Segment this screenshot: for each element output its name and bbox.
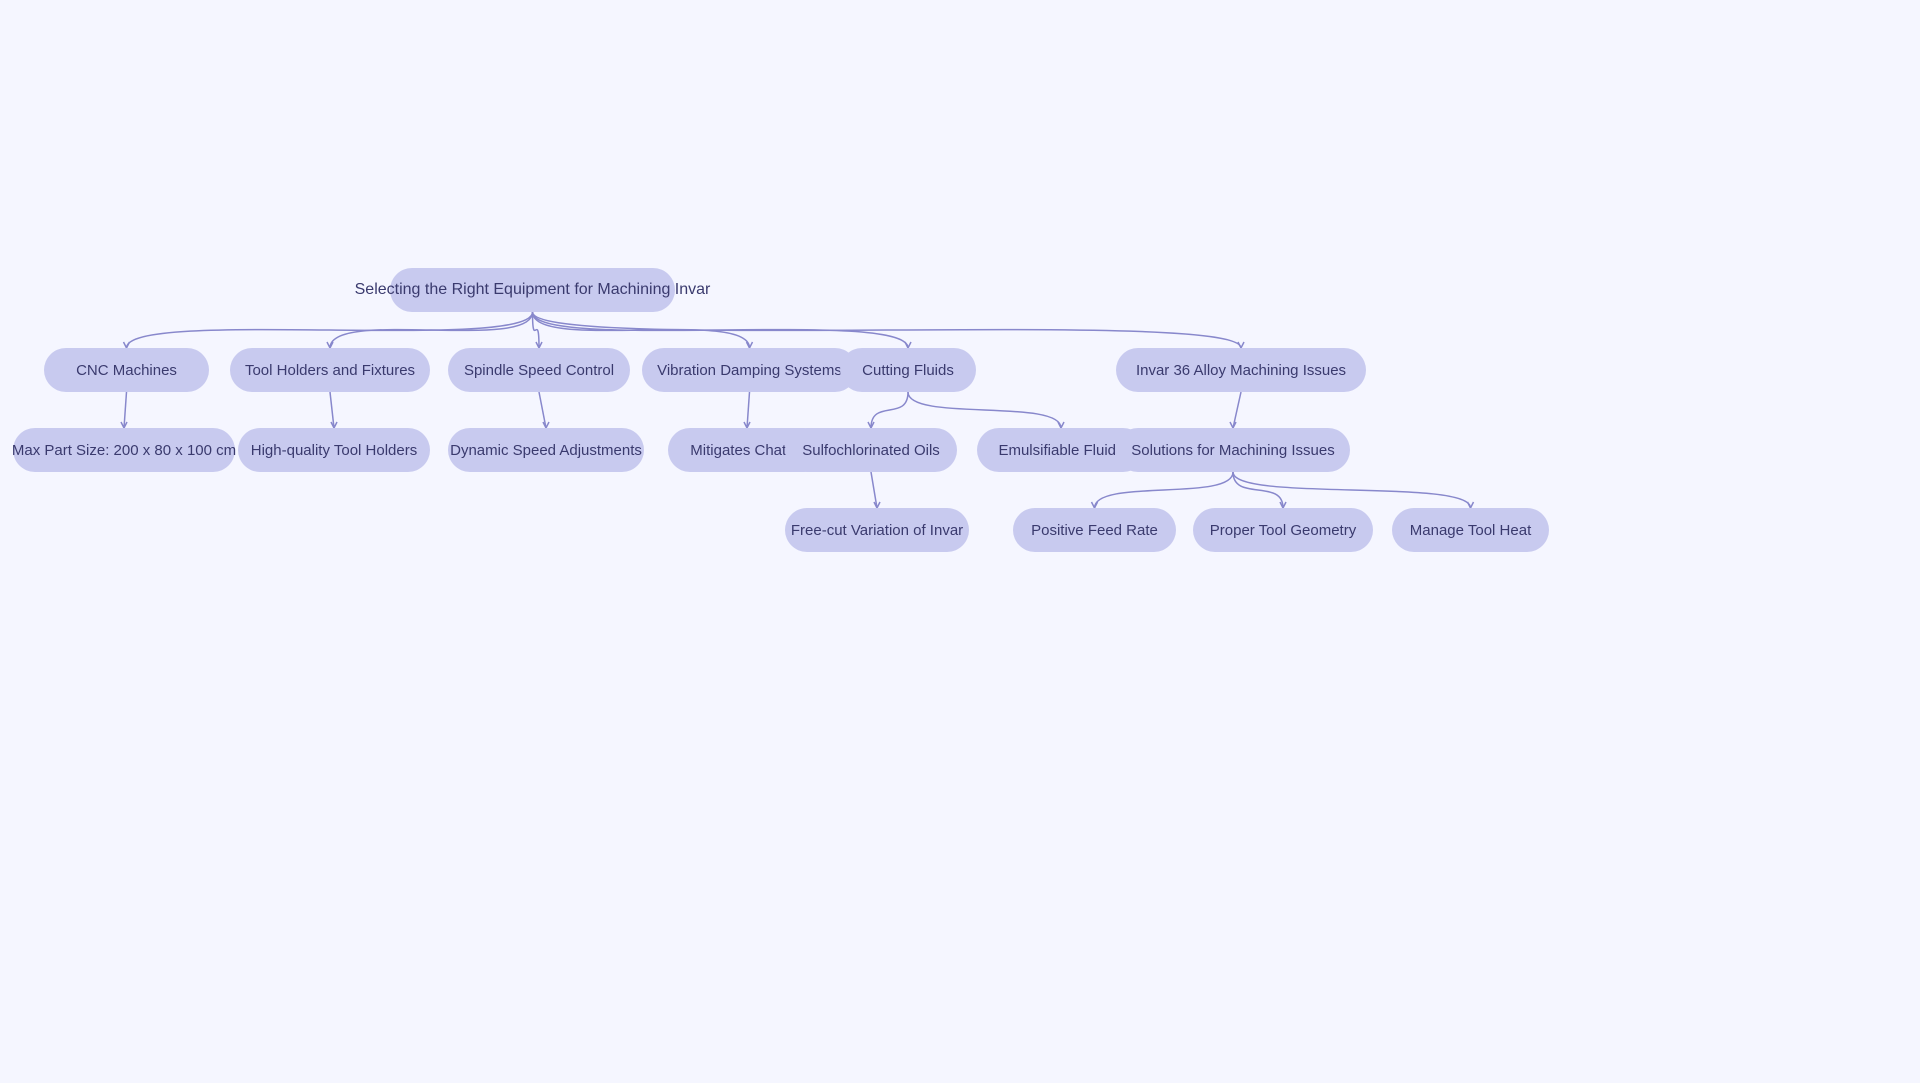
node-spindle_child: Dynamic Speed Adjustments [448,428,644,472]
node-free_cut: Free-cut Variation of Invar [785,508,969,552]
node-manage_heat: Manage Tool Heat [1392,508,1549,552]
node-root: Selecting the Right Equipment for Machin… [390,268,675,312]
node-tool_holders: Tool Holders and Fixtures [230,348,430,392]
node-positive_feed: Positive Feed Rate [1013,508,1176,552]
node-cnc: CNC Machines [44,348,209,392]
node-sulfo: Sulfochlorinated Oils [785,428,957,472]
node-cnc_child: Max Part Size: 200 x 80 x 100 cm [13,428,235,472]
node-cutting_fluids: Cutting Fluids [840,348,976,392]
node-invar36: Invar 36 Alloy Machining Issues [1116,348,1366,392]
node-spindle: Spindle Speed Control [448,348,630,392]
diagram-container: Selecting the Right Equipment for Machin… [0,0,1920,1083]
node-proper_geom: Proper Tool Geometry [1193,508,1373,552]
node-vibration: Vibration Damping Systems [642,348,857,392]
node-tool_holders_child: High-quality Tool Holders [238,428,430,472]
node-solutions: Solutions for Machining Issues [1116,428,1350,472]
